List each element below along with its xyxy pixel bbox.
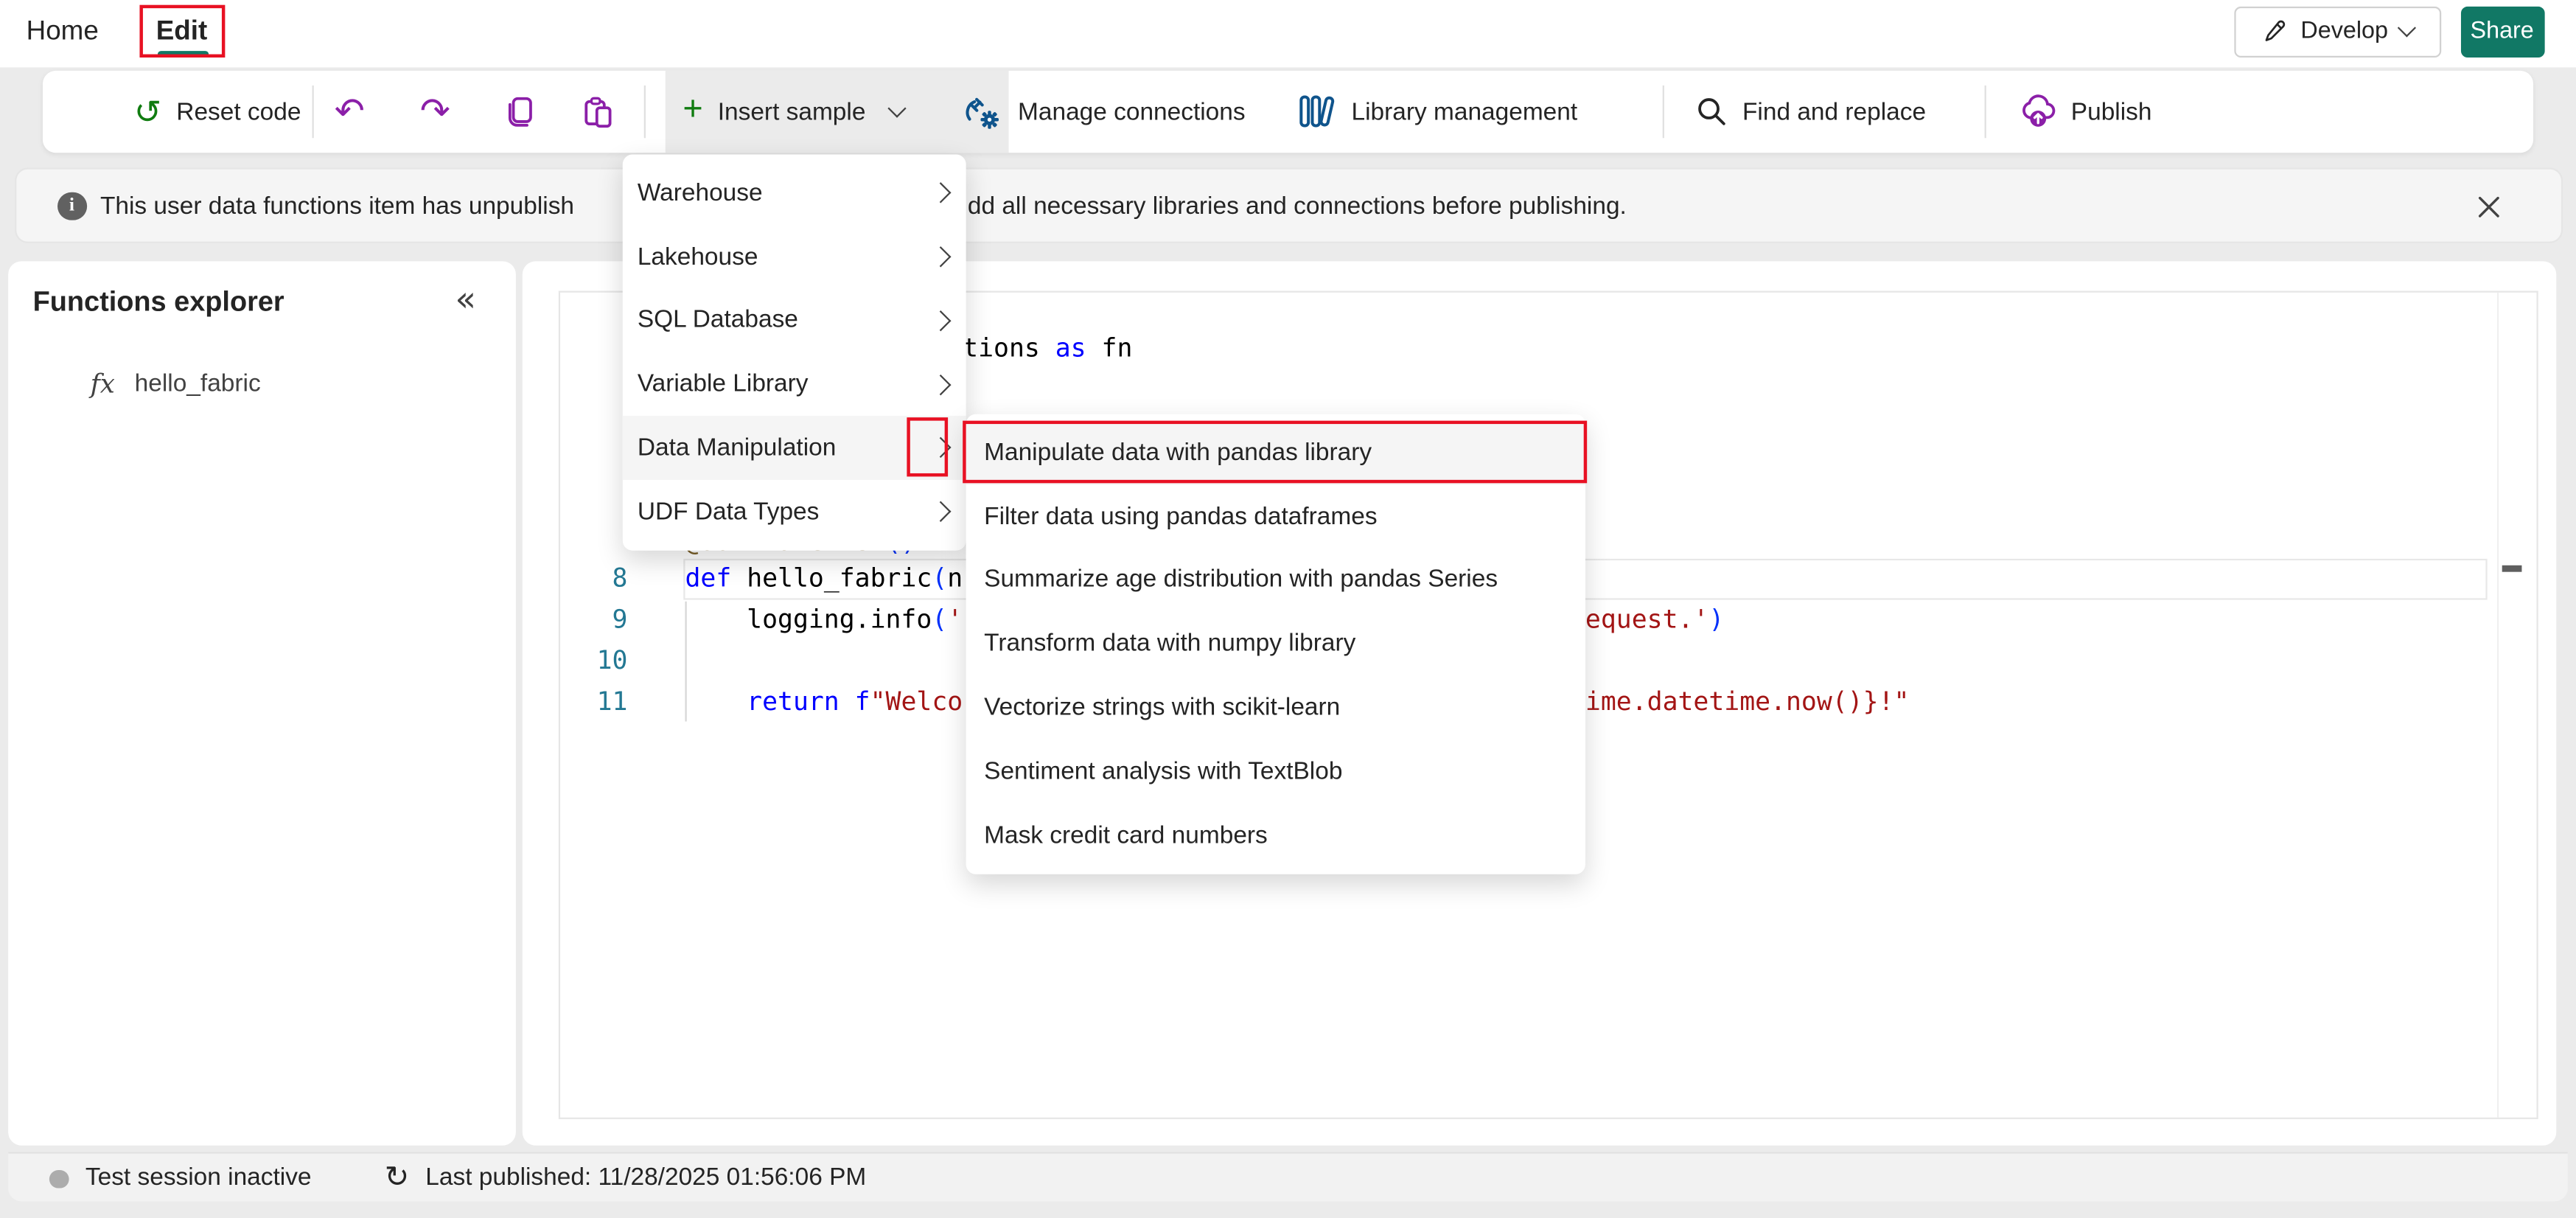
submenu-item-transform-numpy[interactable]: Transform data with numpy library xyxy=(966,612,1585,675)
code-line-9: logging.info(' xyxy=(685,605,963,635)
reset-code-label: Reset code xyxy=(176,97,301,126)
line-number: 8 xyxy=(612,563,628,594)
menu-item-lakehouse[interactable]: Lakehouse xyxy=(623,225,966,288)
insert-sample-button[interactable]: + Insert sample xyxy=(664,70,1008,153)
manage-connections-label: Manage connections xyxy=(1018,97,1246,126)
chevron-right-icon xyxy=(929,501,949,522)
function-icon: fx xyxy=(90,368,115,400)
share-button[interactable]: Share xyxy=(2460,5,2544,57)
develop-button[interactable]: Develop xyxy=(2234,5,2442,57)
undo-icon: ↶ xyxy=(334,91,365,133)
toolbar-divider xyxy=(643,85,646,139)
info-banner: i This user data functions item has unpu… xyxy=(15,167,2563,243)
submenu-item-sentiment-textblob[interactable]: Sentiment analysis with TextBlob xyxy=(966,740,1585,803)
annotation-box-data-manipulation-chevron xyxy=(906,417,947,476)
toolbar-divider xyxy=(1661,85,1664,139)
menu-item-udf-data-types[interactable]: UDF Data Types xyxy=(623,480,966,543)
undo-button[interactable]: ↶ xyxy=(335,71,365,153)
annotation-box-manipulate-pandas xyxy=(963,420,1588,484)
publish-cloud-icon xyxy=(2017,94,2056,130)
status-bar: Test session inactive ↻ Last published: … xyxy=(8,1151,2568,1203)
manage-connections-icon xyxy=(962,91,1003,133)
function-name-label: hello_fabric xyxy=(134,369,261,398)
share-button-label: Share xyxy=(2470,18,2534,45)
line-number: 10 xyxy=(596,645,628,676)
publish-label: Publish xyxy=(2070,97,2152,126)
library-management-label: Library management xyxy=(1351,97,1578,126)
session-status-label: Test session inactive xyxy=(85,1163,312,1191)
line-number: 9 xyxy=(612,605,628,635)
sync-icon[interactable]: ↻ xyxy=(385,1153,410,1203)
chevron-right-icon xyxy=(929,374,949,394)
annotation-box-edit-tab xyxy=(139,4,225,58)
toolbar-divider xyxy=(311,85,313,139)
tab-home[interactable]: Home xyxy=(27,15,99,46)
reset-code-button[interactable]: ↺ Reset code xyxy=(134,71,301,153)
submenu-item-filter-pandas[interactable]: Filter data using pandas dataframes xyxy=(966,484,1585,548)
insert-sample-menu: Warehouse Lakehouse SQL Database Variabl… xyxy=(622,154,966,551)
line-number: 11 xyxy=(596,686,628,717)
library-management-icon xyxy=(1297,92,1336,131)
develop-button-label: Develop xyxy=(2300,18,2388,45)
publish-button[interactable]: Publish xyxy=(2017,71,2151,153)
close-icon xyxy=(2476,193,2502,220)
collapse-panel-button[interactable]: « xyxy=(455,279,476,319)
last-published-label: Last published: 11/28/2025 01:56:06 PM xyxy=(425,1163,867,1191)
copy-icon xyxy=(503,94,534,129)
search-icon xyxy=(1694,95,1728,128)
find-and-replace-button[interactable]: Find and replace xyxy=(1694,71,1926,153)
submenu-item-mask-credit-card[interactable]: Mask credit card numbers xyxy=(966,803,1585,866)
submenu-item-vectorize-scikit[interactable]: Vectorize strings with scikit-learn xyxy=(966,676,1585,740)
chevron-right-icon xyxy=(929,246,949,267)
reset-icon: ↺ xyxy=(133,91,162,132)
library-management-button[interactable]: Library management xyxy=(1297,71,1577,153)
find-and-replace-label: Find and replace xyxy=(1742,97,1927,126)
plus-icon: + xyxy=(683,90,703,128)
insert-sample-label: Insert sample xyxy=(717,97,866,126)
banner-close-button[interactable] xyxy=(2476,193,2502,220)
toolbar-divider xyxy=(1983,85,1986,139)
scrollbar-cursor-mark[interactable] xyxy=(2501,564,2522,571)
code-line-8: def hello_fabric(n xyxy=(685,563,963,594)
functions-explorer-title: Functions explorer xyxy=(32,285,285,318)
banner-text-right: dd all necessary libraries and connectio… xyxy=(967,191,1627,220)
functions-explorer-panel: Functions explorer « fx hello_fabric xyxy=(8,261,515,1146)
copy-button[interactable] xyxy=(503,71,534,153)
menu-item-variable-library[interactable]: Variable Library xyxy=(623,352,966,416)
chevron-right-icon xyxy=(929,310,949,331)
top-bar: Home Edit Develop Share xyxy=(0,0,2576,67)
menu-item-sql-database[interactable]: SQL Database xyxy=(623,288,966,352)
scrollbar-gutter-line xyxy=(2497,292,2499,1118)
paste-button[interactable] xyxy=(581,71,614,153)
code-line-9-fragment: equest.') xyxy=(1585,605,1725,635)
submenu-item-summarize-age[interactable]: Summarize age distribution with pandas S… xyxy=(966,549,1585,612)
session-status-dot xyxy=(49,1169,69,1189)
menu-item-warehouse[interactable]: Warehouse xyxy=(623,161,966,224)
paste-icon xyxy=(581,94,614,129)
code-line-3-fragment: tions as fn xyxy=(963,333,1133,363)
code-line-11-fragment: ime.datetime.now()}!" xyxy=(1585,686,1910,717)
redo-icon: ↷ xyxy=(419,91,450,133)
chevron-right-icon xyxy=(929,183,949,203)
toolbar: ↺ Reset code ↶ ↷ + Insert sample Manage … xyxy=(42,70,2533,153)
redo-button[interactable]: ↷ xyxy=(420,71,450,153)
code-line-11: return f"Welco xyxy=(685,686,963,717)
chevron-down-icon xyxy=(2396,18,2416,38)
pencil-icon xyxy=(2263,18,2289,45)
info-icon: i xyxy=(57,191,87,220)
function-list-item[interactable]: fx hello_fabric xyxy=(8,357,514,411)
manage-connections-button[interactable]: Manage connections xyxy=(962,71,1246,153)
banner-text-left: This user data functions item has unpubl… xyxy=(100,191,575,220)
app-window: Home Edit Develop Share ↺ Reset code ↶ ↷ xyxy=(0,0,2576,1218)
chevron-down-icon xyxy=(887,99,907,118)
